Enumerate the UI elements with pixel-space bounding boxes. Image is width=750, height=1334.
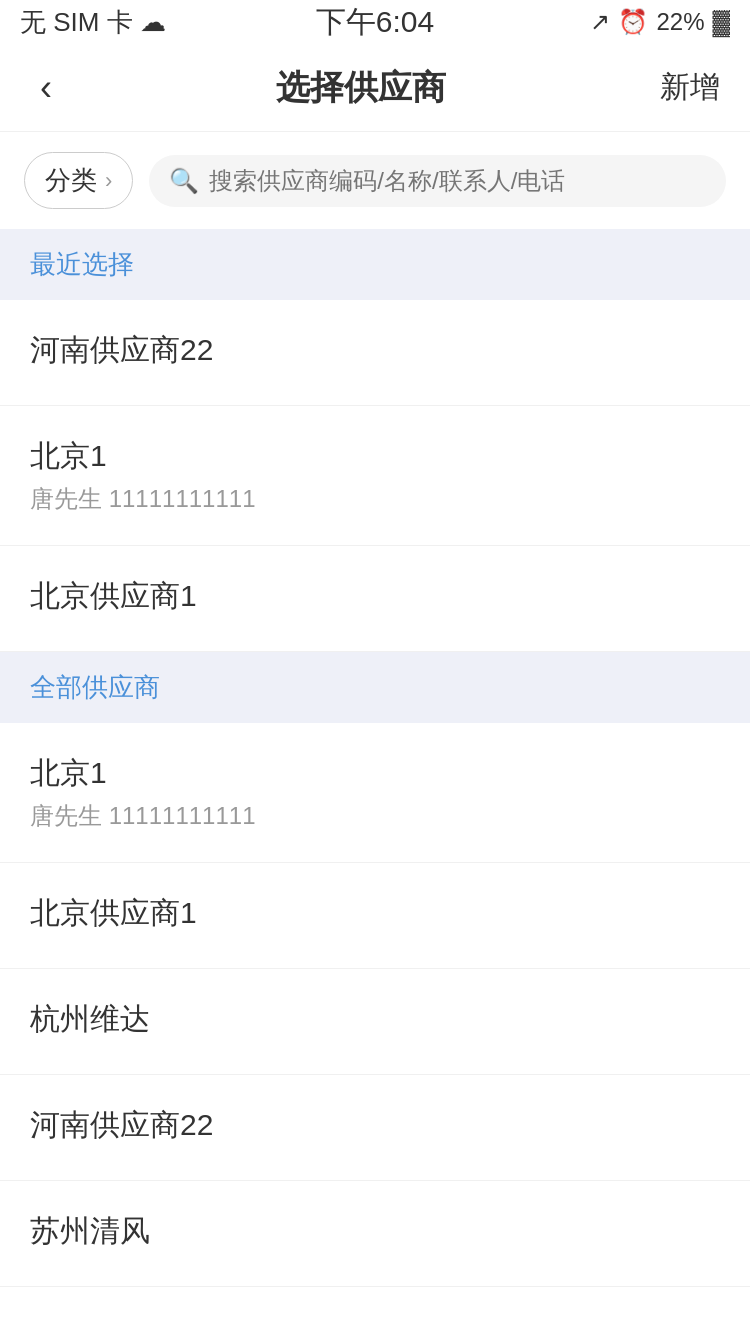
battery-level: 22% [656, 8, 704, 36]
supplier-detail: 唐先生 11111111111 [30, 483, 720, 515]
alarm-icon: ⏰ [618, 8, 648, 36]
supplier-name: 苏州清风 [30, 1211, 720, 1252]
status-left: 无 SIM 卡 ☁ [20, 5, 166, 40]
chevron-right-icon: › [105, 168, 112, 194]
supplier-name: 杭州维达 [30, 999, 720, 1040]
category-label: 分类 [45, 163, 97, 198]
back-button[interactable]: ‹ [30, 57, 62, 119]
list-item[interactable]: 北京供应商1 [0, 863, 750, 969]
list-item[interactable]: 北京供应商1 [0, 546, 750, 652]
nav-bar: ‹ 选择供应商 新增 [0, 44, 750, 132]
filter-bar: 分类 › 🔍 [0, 132, 750, 229]
status-right: ↗ ⏰ 22% ▓ [590, 8, 730, 36]
supplier-detail: 唐先生 11111111111 [30, 800, 720, 832]
category-filter-button[interactable]: 分类 › [24, 152, 133, 209]
supplier-name: 河南供应商22 [30, 330, 720, 371]
status-bar: 无 SIM 卡 ☁ 下午6:04 ↗ ⏰ 22% ▓ [0, 0, 750, 44]
list-item[interactable]: 北京1 唐先生 11111111111 [0, 723, 750, 863]
supplier-name: 北京1 [30, 436, 720, 477]
search-box[interactable]: 🔍 [149, 155, 726, 207]
add-button[interactable]: 新增 [660, 67, 720, 108]
recent-supplier-list: 河南供应商22 北京1 唐先生 11111111111 北京供应商1 [0, 300, 750, 652]
list-item[interactable]: 北京1 唐先生 11111111111 [0, 406, 750, 546]
location-icon: ↗ [590, 8, 610, 36]
recent-section-header: 最近选择 [0, 229, 750, 300]
supplier-name: 河南供应商22 [30, 1105, 720, 1146]
list-item[interactable]: 杭州维达 [0, 969, 750, 1075]
search-icon: 🔍 [169, 167, 199, 195]
list-item[interactable]: 河南供应商22 [0, 1075, 750, 1181]
battery-icon: ▓ [713, 8, 731, 36]
search-input[interactable] [209, 167, 706, 195]
page-title: 选择供应商 [276, 65, 446, 111]
status-time: 下午6:04 [316, 2, 434, 43]
list-item[interactable]: 河南供应商22 [0, 300, 750, 406]
list-item[interactable]: 苏州清风 [0, 1181, 750, 1287]
supplier-name: 北京供应商1 [30, 576, 720, 617]
all-section-header: 全部供应商 [0, 652, 750, 723]
supplier-name: 北京供应商1 [30, 893, 720, 934]
all-supplier-list: 北京1 唐先生 11111111111 北京供应商1 杭州维达河南供应商22 苏州清风 [0, 723, 750, 1287]
supplier-name: 北京1 [30, 753, 720, 794]
